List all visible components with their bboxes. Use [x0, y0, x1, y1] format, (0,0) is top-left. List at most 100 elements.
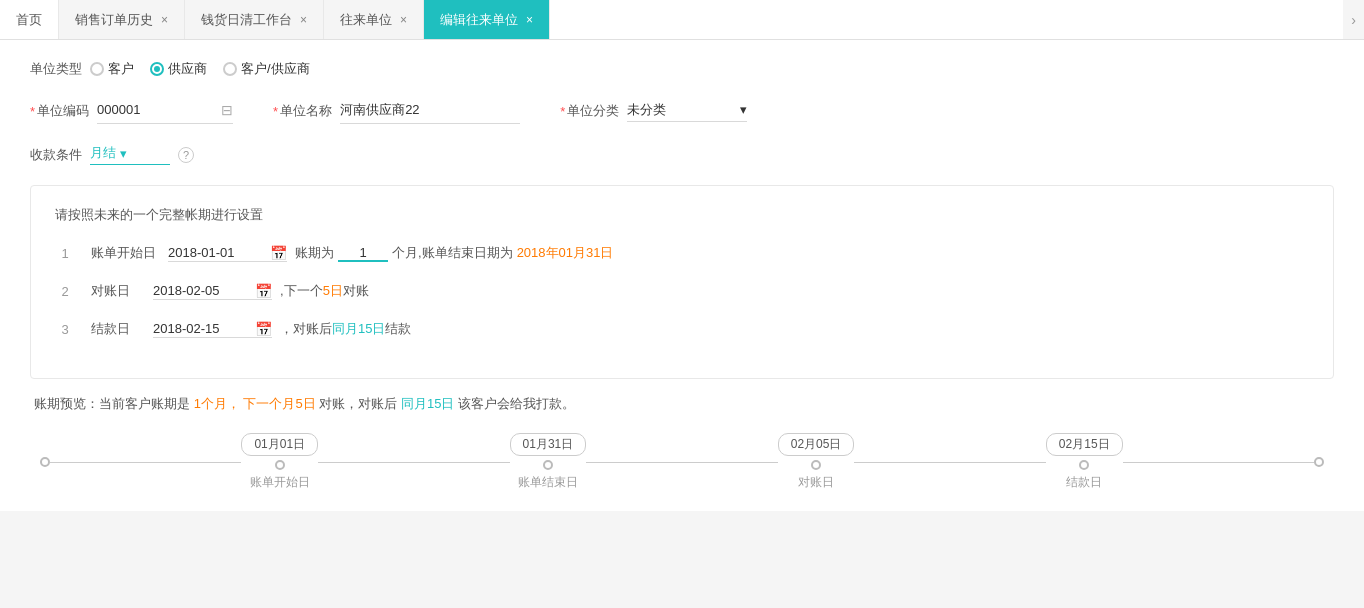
- category-label: 单位分类: [567, 102, 619, 120]
- preview-middle: 对账，对账后: [319, 396, 397, 411]
- period-num-2: 2: [55, 284, 75, 299]
- tab-edit-partner-close[interactable]: ×: [526, 13, 533, 27]
- timeline-line-2: [318, 462, 509, 463]
- tab-cash-daily-close[interactable]: ×: [300, 13, 307, 27]
- category-value: 未分类: [627, 101, 666, 119]
- preview-part1: 1个月，: [194, 396, 240, 411]
- period-row-2: 2 对账日 📅 ,下一个 5日 对账: [55, 282, 1309, 300]
- tab-scroll-right[interactable]: ›: [1343, 0, 1364, 39]
- tab-partner-close[interactable]: ×: [400, 13, 407, 27]
- radio-both-circle: [223, 62, 237, 76]
- radio-customer-circle: [90, 62, 104, 76]
- period-box: 请按照未来的一个完整帐期进行设置 1 账单开始日 📅 账期为 个月,账单结束日期…: [30, 185, 1334, 379]
- month-input[interactable]: [338, 245, 388, 262]
- preview-prefix: 账期预览：当前客户账期是: [34, 396, 190, 411]
- payment-row: 收款条件 月结 ▾ ?: [30, 144, 1334, 165]
- radio-both[interactable]: 客户/供应商: [223, 60, 310, 78]
- period-label-2: 对账日: [91, 282, 141, 300]
- tab-cash-daily[interactable]: 钱货日清工作台 ×: [185, 0, 324, 39]
- code-required-star: *: [30, 104, 35, 119]
- period-row-3: 3 结款日 📅 ，对账后 同月15日 结款: [55, 320, 1309, 338]
- period-num-3: 3: [55, 322, 75, 337]
- preview-text: 账期预览：当前客户账期是 1个月， 下一个月5日 对账，对账后 同月15日 该客…: [30, 395, 1334, 413]
- name-field-group: * 单位名称: [273, 98, 520, 124]
- period-suffix-3a: ，对账后: [280, 320, 332, 338]
- period-suffix-2b: 对账: [343, 282, 369, 300]
- name-input-wrapper: [340, 98, 520, 124]
- preview-suffix: 该客户会给我打款。: [458, 396, 575, 411]
- timeline-dot-4: [1079, 460, 1089, 470]
- name-required-star: *: [273, 104, 278, 119]
- copy-icon[interactable]: ⊟: [221, 102, 233, 118]
- calendar-icon-1[interactable]: 📅: [270, 245, 287, 261]
- preview-part3: 同月15日: [401, 396, 454, 411]
- timeline-label-4: 结款日: [1066, 474, 1102, 491]
- code-input-wrapper: ⊟: [97, 98, 233, 124]
- period-title: 请按照未来的一个完整帐期进行设置: [55, 206, 1309, 224]
- period-label-3: 结款日: [91, 320, 141, 338]
- payment-label: 收款条件: [30, 146, 82, 164]
- tab-cash-daily-label: 钱货日清工作台: [201, 11, 292, 29]
- timeline-dot-1: [275, 460, 285, 470]
- payment-help-icon[interactable]: ?: [178, 147, 194, 163]
- timeline-line-3: [586, 462, 777, 463]
- code-input[interactable]: [97, 98, 217, 121]
- timeline-container: 01月01日 账单开始日 01月31日 账单结束日 02月05日 对账日 02月…: [30, 433, 1334, 491]
- code-label: 单位编码: [37, 102, 89, 120]
- radio-customer[interactable]: 客户: [90, 60, 134, 78]
- timeline-badge-4: 02月15日: [1046, 433, 1123, 456]
- name-input[interactable]: [340, 98, 520, 121]
- timeline-badge-2: 01月31日: [510, 433, 587, 456]
- radio-supplier[interactable]: 供应商: [150, 60, 207, 78]
- main-content: 单位类型 客户 供应商 客户/供应商 * 单位编码 ⊟: [0, 40, 1364, 511]
- timeline-dot-3: [811, 460, 821, 470]
- timeline-label-2: 账单结束日: [518, 474, 578, 491]
- code-name-category-row: * 单位编码 ⊟ * 单位名称 * 单位分类 未分类 ▾: [30, 98, 1334, 124]
- tab-edit-partner[interactable]: 编辑往来单位 ×: [424, 0, 550, 39]
- timeline-dot-2: [543, 460, 553, 470]
- category-required-star: *: [560, 104, 565, 119]
- period-date-input-3[interactable]: [153, 321, 253, 336]
- code-field-group: * 单位编码 ⊟: [30, 98, 233, 124]
- calendar-icon-3[interactable]: 📅: [255, 321, 272, 337]
- period-date-input-2[interactable]: [153, 283, 253, 298]
- period-date-2: 📅: [153, 283, 272, 300]
- period-suffix-2a: ,下一个: [280, 282, 323, 300]
- unit-type-row: 单位类型 客户 供应商 客户/供应商: [30, 60, 1334, 78]
- timeline-badge-3: 02月05日: [778, 433, 855, 456]
- radio-supplier-circle: [150, 62, 164, 76]
- tab-sales-history[interactable]: 销售订单历史 ×: [59, 0, 185, 39]
- period-num-1: 1: [55, 246, 75, 261]
- period-suffix-3b: 结款: [385, 320, 411, 338]
- timeline-label-1: 账单开始日: [250, 474, 310, 491]
- payment-select[interactable]: 月结 ▾: [90, 144, 170, 165]
- period-date-3: 📅: [153, 321, 272, 338]
- period-highlight-2: 5日: [323, 282, 343, 300]
- timeline-line-4: [854, 462, 1045, 463]
- tab-partner-label: 往来单位: [340, 11, 392, 29]
- tab-home-label: 首页: [16, 11, 42, 29]
- period-row-1: 1 账单开始日 📅 账期为 个月,账单结束日期为 2018年01月31日: [55, 244, 1309, 262]
- unit-type-label: 单位类型: [30, 60, 82, 78]
- period-date-1: 📅: [168, 245, 287, 262]
- period-label-1: 账单开始日: [91, 244, 156, 262]
- timeline-node-1: 01月01日 账单开始日: [241, 433, 318, 491]
- period-date-input-1[interactable]: [168, 245, 268, 260]
- category-caret: ▾: [740, 102, 747, 117]
- timeline-node-3: 02月05日 对账日: [778, 433, 855, 491]
- tab-home[interactable]: 首页: [0, 0, 59, 39]
- timeline-node-2: 01月31日 账单结束日: [510, 433, 587, 491]
- calendar-icon-2[interactable]: 📅: [255, 283, 272, 299]
- timeline-node-4: 02月15日 结款日: [1046, 433, 1123, 491]
- category-select[interactable]: 未分类 ▾: [627, 101, 747, 122]
- radio-both-label: 客户/供应商: [241, 60, 310, 78]
- preview-part2: 下一个月5日: [243, 396, 315, 411]
- tab-partner[interactable]: 往来单位 ×: [324, 0, 424, 39]
- tab-sales-history-close[interactable]: ×: [161, 13, 168, 27]
- radio-supplier-label: 供应商: [168, 60, 207, 78]
- radio-group-unit-type: 客户 供应商 客户/供应商: [90, 60, 310, 78]
- tab-edit-partner-label: 编辑往来单位: [440, 11, 518, 29]
- category-field-group: * 单位分类 未分类 ▾: [560, 101, 747, 122]
- period-highlight-3: 同月15日: [332, 320, 385, 338]
- tab-sales-history-label: 销售订单历史: [75, 11, 153, 29]
